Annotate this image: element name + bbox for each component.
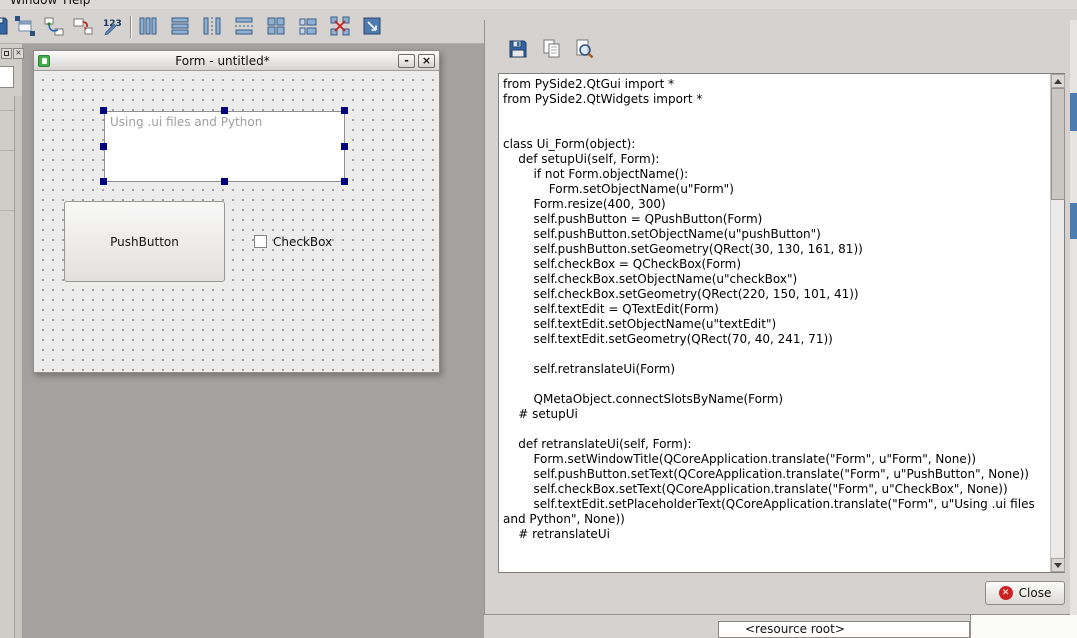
- dock-float-button[interactable]: [1, 48, 12, 59]
- close-circle-icon: ✕: [999, 586, 1013, 600]
- layout-vertical-button[interactable]: [168, 14, 192, 38]
- arrow-down-icon: [1054, 563, 1062, 568]
- dock-row-divider: [0, 110, 14, 111]
- edit-buddies-button[interactable]: [71, 14, 95, 38]
- layout-horizontal-icon: [137, 15, 159, 37]
- dialog-close-button[interactable]: ✕ Close: [985, 581, 1065, 605]
- code-text[interactable]: from PySide2.QtGui import * from PySide2…: [499, 74, 1050, 572]
- menubar: Window Help: [0, 0, 1077, 9]
- widget-filter-input[interactable]: [0, 66, 14, 88]
- dock-row-divider: [0, 150, 14, 151]
- selection-handle-bottom-middle[interactable]: [221, 178, 228, 185]
- break-layout-icon: [329, 15, 351, 37]
- adjust-size-button[interactable]: [360, 14, 384, 38]
- selection-handle-middle-left[interactable]: [100, 143, 107, 150]
- code-vertical-scrollbar[interactable]: [1050, 74, 1064, 572]
- code-view: from PySide2.QtGui import * from PySide2…: [498, 73, 1065, 573]
- selection-handle-bottom-left[interactable]: [100, 178, 107, 185]
- qt-designer-window: Window Help: [0, 0, 1077, 638]
- break-layout-button[interactable]: [328, 14, 352, 38]
- layout-grid-button[interactable]: [264, 14, 288, 38]
- layout-vertical-splitter-button[interactable]: [232, 14, 256, 38]
- menu-help[interactable]: Help: [63, 0, 90, 7]
- scroll-down-button[interactable]: [1051, 558, 1065, 572]
- pushbutton-widget[interactable]: PushButton: [64, 201, 225, 282]
- close-icon: ×: [15, 48, 22, 57]
- edit-tab-order-icon: 123: [101, 15, 123, 37]
- selection-handle-top-middle[interactable]: [221, 107, 228, 114]
- arrow-up-icon: [1054, 79, 1062, 84]
- edit-signals-slots-button[interactable]: [42, 14, 66, 38]
- close-button-label: Close: [1019, 586, 1052, 600]
- checkbox-label: CheckBox: [273, 235, 332, 249]
- layout-vertical-icon: [169, 15, 191, 37]
- designer-form-icon: [38, 55, 50, 67]
- partial-toolbar-button[interactable]: [0, 14, 11, 38]
- scroll-up-button[interactable]: [1051, 74, 1065, 88]
- selection-handle-top-right[interactable]: [341, 107, 348, 114]
- layout-horizontal-splitter-button[interactable]: [200, 14, 224, 38]
- textedit-placeholder: Using .ui files and Python: [110, 115, 262, 129]
- widget-box-dock: ×: [0, 44, 22, 638]
- form-designer-window: Form - untitled* - × Using .ui files and…: [33, 50, 440, 373]
- menu-window[interactable]: Window: [10, 0, 57, 7]
- copy-code-button[interactable]: [538, 35, 566, 63]
- edit-widgets-button[interactable]: [13, 14, 37, 38]
- dock-close-button[interactable]: ×: [13, 48, 24, 59]
- dock-row-divider: [0, 210, 14, 211]
- selection-handle-middle-right[interactable]: [341, 143, 348, 150]
- checkbox-box[interactable]: [254, 235, 267, 248]
- close-button[interactable]: ×: [418, 54, 435, 68]
- minimize-button[interactable]: -: [398, 54, 415, 68]
- layout-vertical-splitter-icon: [233, 15, 255, 37]
- form-window-titlebar[interactable]: Form - untitled* - ×: [34, 51, 439, 71]
- python-code-dialog: from PySide2.QtGui import * from PySide2…: [484, 20, 1070, 615]
- find-code-button[interactable]: [570, 35, 598, 63]
- adjust-size-icon: [361, 15, 383, 37]
- right-edge-panel-fragment: [1070, 20, 1077, 615]
- float-icon: [4, 51, 9, 56]
- layout-grid-icon: [265, 15, 287, 37]
- selection-handle-top-left[interactable]: [100, 107, 107, 114]
- pushbutton-label: PushButton: [110, 235, 179, 249]
- textedit-widget[interactable]: Using .ui files and Python: [104, 111, 345, 182]
- copy-icon: [540, 37, 564, 61]
- scrollbar-thumb[interactable]: [1051, 88, 1065, 200]
- form-canvas[interactable]: Using .ui files and Python PushButton Ch…: [34, 71, 439, 372]
- toolbar-separator: [130, 16, 132, 38]
- layout-form-button[interactable]: [296, 14, 320, 38]
- bottom-panel-fragment: [970, 615, 1077, 638]
- edit-widgets-icon: [14, 15, 36, 37]
- form-window-title: Form - untitled*: [50, 54, 395, 68]
- selection-fragment: [1070, 93, 1077, 131]
- selection-fragment: [1070, 203, 1077, 239]
- layout-horizontal-button[interactable]: [136, 14, 160, 38]
- layout-horizontal-splitter-icon: [201, 15, 223, 37]
- find-icon: [572, 37, 596, 61]
- selection-handle-bottom-right[interactable]: [341, 178, 348, 185]
- edit-buddies-icon: [72, 15, 94, 37]
- edit-signals-slots-icon: [43, 15, 65, 37]
- partial-icon: [0, 15, 10, 37]
- edit-tab-order-button[interactable]: 123: [100, 14, 124, 38]
- resource-root-item[interactable]: <resource root>: [718, 621, 970, 638]
- save-code-button[interactable]: [504, 35, 532, 63]
- layout-form-icon: [297, 15, 319, 37]
- dock-scrollbar[interactable]: [14, 96, 22, 638]
- checkbox-widget[interactable]: CheckBox: [254, 221, 355, 262]
- save-icon: [506, 37, 530, 61]
